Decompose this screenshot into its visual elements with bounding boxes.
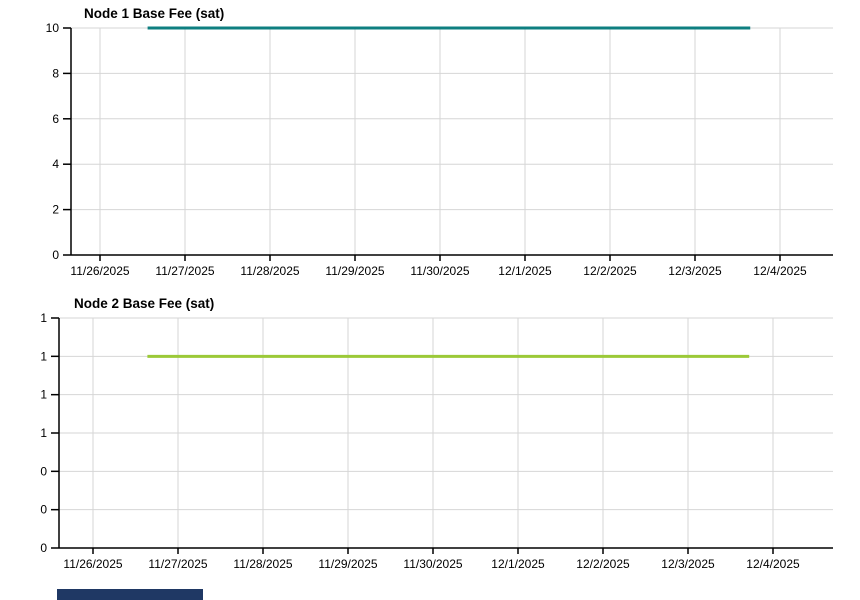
x-tick-label: 12/1/2025 bbox=[491, 557, 545, 571]
bottom-partial-bar bbox=[57, 589, 203, 600]
x-tick-label: 12/3/2025 bbox=[668, 264, 722, 278]
y-tick-label: 4 bbox=[52, 157, 59, 171]
x-tick-label: 11/30/2025 bbox=[403, 557, 462, 571]
x-tick-label: 11/29/2025 bbox=[318, 557, 377, 571]
node1-chart: 10 8 6 4 2 0 11/26/2025 11/27/2025 11/28/2025 11/… bbox=[46, 21, 833, 278]
x-tick-label: 12/4/2025 bbox=[746, 557, 800, 571]
node2-chart: 1 1 1 1 0 0 0 11/26/2025 11/27/2025 11/28/2025 11/… bbox=[40, 311, 833, 571]
y-tick-label: 2 bbox=[52, 203, 59, 217]
y-tick-label: 6 bbox=[52, 112, 59, 126]
y-tick-label: 1 bbox=[40, 311, 47, 325]
x-tick-label: 11/29/2025 bbox=[325, 264, 384, 278]
y-tick-label: 1 bbox=[40, 349, 47, 363]
y-tick-label: 0 bbox=[40, 464, 47, 478]
y-tick-label: 1 bbox=[40, 426, 47, 440]
y-tick-label: 10 bbox=[46, 21, 60, 35]
x-tick-label: 12/2/2025 bbox=[576, 557, 630, 571]
x-tick-label: 11/26/2025 bbox=[70, 264, 129, 278]
y-tick-label: 0 bbox=[40, 503, 47, 517]
charts-canvas: 108642011/26/202511/27/202511/28/202511/… bbox=[0, 0, 860, 600]
y-tick-label: 8 bbox=[52, 66, 59, 80]
x-tick-label: 12/2/2025 bbox=[583, 264, 637, 278]
x-tick-label: 12/3/2025 bbox=[661, 557, 715, 571]
x-tick-label: 11/28/2025 bbox=[240, 264, 299, 278]
charts-page: Node 1 Base Fee (sat) Node 2 Base Fee (s… bbox=[0, 0, 860, 600]
x-tick-label: 11/27/2025 bbox=[155, 264, 214, 278]
x-tick-label: 11/28/2025 bbox=[233, 557, 292, 571]
x-tick-label: 11/27/2025 bbox=[148, 557, 207, 571]
x-tick-label: 11/30/2025 bbox=[410, 264, 469, 278]
y-tick-label: 0 bbox=[40, 541, 47, 555]
x-tick-label: 12/4/2025 bbox=[753, 264, 807, 278]
x-tick-label: 11/26/2025 bbox=[63, 557, 122, 571]
x-tick-label: 12/1/2025 bbox=[498, 264, 552, 278]
y-tick-label: 1 bbox=[40, 388, 47, 402]
y-tick-label: 0 bbox=[52, 248, 59, 262]
